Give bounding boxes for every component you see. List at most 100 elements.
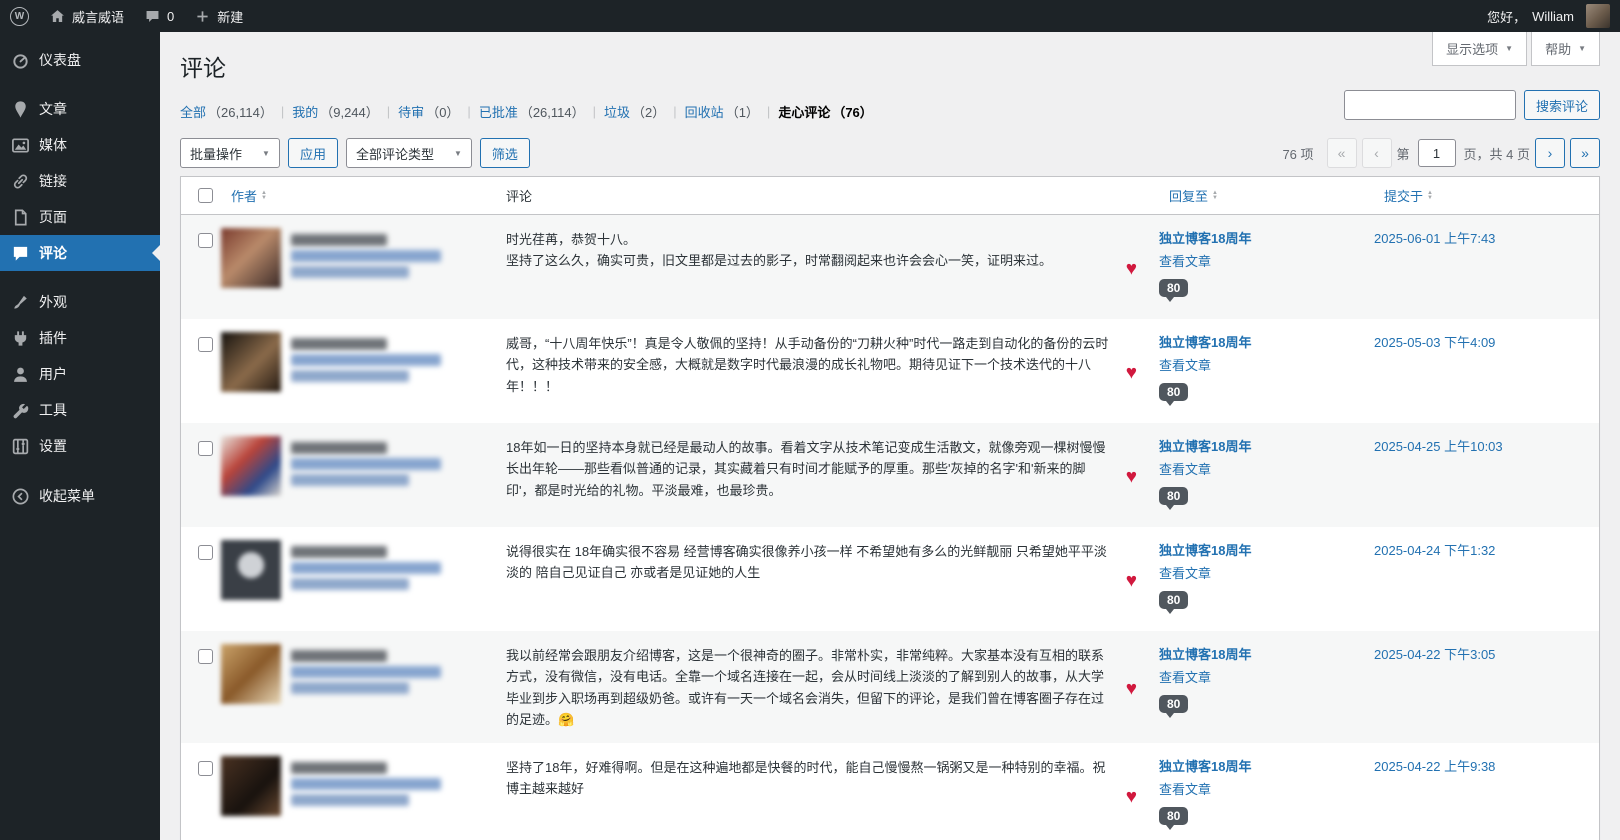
post-title-link[interactable]: 独立博客18周年 (1159, 436, 1251, 455)
submitted-date-link[interactable]: 2025-04-24 下午1:32 (1374, 543, 1495, 558)
comments-badge-link[interactable]: 0 (134, 0, 184, 32)
table-row: 说得很实在 18年确实很不容易 经营博客确实很像养小孩一样 不希望她有多么的光鲜… (181, 527, 1599, 631)
post-title-link[interactable]: 独立博客18周年 (1159, 540, 1251, 559)
comment-count-bubble[interactable]: 80 (1159, 591, 1189, 614)
date-column-sort-link[interactable]: 提交于 ▲ ▼ (1384, 186, 1433, 205)
comment-count-bubble[interactable]: 80 (1159, 806, 1189, 830)
sidebar-item-tools[interactable]: 工具 (0, 392, 160, 428)
post-title-link[interactable]: 独立博客18周年 (1159, 756, 1251, 775)
author-cell (221, 631, 496, 743)
like-heart-icon[interactable]: ♥ (1126, 260, 1137, 279)
submitted-date-link[interactable]: 2025-06-01 上午7:43 (1374, 231, 1495, 246)
next-page-button[interactable]: › (1535, 138, 1565, 168)
like-heart-icon[interactable]: ♥ (1126, 572, 1137, 591)
my-account-link[interactable]: 您好， William (1477, 0, 1620, 32)
sidebar-item-users[interactable]: 用户 (0, 356, 160, 392)
filter-link[interactable]: 待审 （0） (398, 102, 459, 121)
post-title-link[interactable]: 独立博客18周年 (1159, 644, 1251, 663)
filter-link[interactable]: 走心评论 （76） (778, 102, 872, 121)
new-content-link[interactable]: 新建 (184, 0, 253, 32)
view-post-link[interactable]: 查看文章 (1159, 779, 1211, 798)
select-all-checkbox[interactable] (197, 188, 213, 203)
header-checkbox-cell (181, 179, 221, 212)
row-checkbox[interactable] (197, 649, 213, 664)
wordpress-logo-menu[interactable] (0, 0, 39, 32)
sidebar-item-posts[interactable]: 文章 (0, 91, 160, 127)
post-title-link[interactable]: 独立博客18周年 (1159, 332, 1251, 351)
sidebar-item-links[interactable]: 链接 (0, 163, 160, 199)
sidebar-item-label: 用户 (39, 366, 67, 382)
admin-bar-left: 威言威语 0 新建 (0, 0, 253, 32)
table-row: 时光荏苒，恭贺十八。 坚持了这么久，确实可贵，旧文里都是过去的影子，时常翻阅起来… (181, 215, 1599, 319)
sidebar-item-appearance[interactable]: 外观 (0, 284, 160, 320)
filter-link[interactable]: 全部 （26,114） (180, 102, 273, 121)
header-in-response-to: 回复至 ▲ ▼ (1159, 177, 1374, 214)
bulk-actions-select[interactable]: 批量操作 ▼ (180, 138, 280, 168)
site-name-link[interactable]: 威言威语 (39, 0, 134, 32)
sidebar-item-comments[interactable]: 评论 (0, 235, 160, 271)
sidebar-item-label: 链接 (39, 173, 67, 189)
author-cell (221, 319, 496, 423)
submitted-date-link[interactable]: 2025-04-22 下午3:05 (1374, 647, 1495, 662)
page-number-input[interactable] (1417, 139, 1456, 167)
comment-count-bubble[interactable]: 80 (1159, 487, 1189, 510)
row-checkbox[interactable] (197, 441, 213, 456)
row-checkbox[interactable] (197, 545, 213, 560)
filter-link[interactable]: 垃圾 （2） (604, 102, 665, 121)
sidebar-item-settings[interactable]: 设置 (0, 428, 160, 464)
comment-count-bubble[interactable]: 80 (1159, 695, 1189, 718)
post-title-link[interactable]: 独立博客18周年 (1159, 228, 1251, 247)
author-column-sort-link[interactable]: 作者 ▲ ▼ (231, 186, 267, 205)
view-post-link[interactable]: 查看文章 (1159, 563, 1211, 582)
page-title: 评论 (180, 55, 226, 81)
like-heart-icon[interactable]: ♥ (1126, 680, 1137, 699)
comment-type-select[interactable]: 全部评论类型 ▼ (345, 138, 472, 168)
collapse-icon (10, 486, 30, 506)
posts-icon (10, 99, 30, 119)
table-header: 作者 ▲ ▼ 评论 回复至 ▲ ▼ 提交于 ▲ ▼ (181, 177, 1599, 215)
filter-link[interactable]: 我的 （9,244） (292, 102, 379, 121)
comment-cell: 坚持了18年，好难得啊。但是在这种遍地都是快餐的时代，能自己慢慢熬一锅粥又是一种… (496, 743, 1159, 840)
response-column-sort-link[interactable]: 回复至 ▲ ▼ (1169, 186, 1218, 205)
last-page-button[interactable]: » (1570, 138, 1600, 168)
page-prefix-label: 第 (1396, 146, 1410, 162)
filter-count: （0） (426, 105, 460, 120)
submitted-date-link[interactable]: 2025-05-03 下午4:09 (1374, 335, 1495, 350)
author-url-redacted (291, 458, 441, 470)
filter-link[interactable]: 回收站 （1） (685, 102, 759, 121)
comment-count-bubble[interactable]: 80 (1159, 383, 1189, 406)
filter-button[interactable]: 筛选 (479, 138, 530, 168)
collapse-menu-button[interactable]: 收起菜单 (0, 478, 160, 514)
filter-link[interactable]: 已批准 （26,114） (479, 102, 585, 121)
submitted-date-link[interactable]: 2025-04-22 上午9:38 (1374, 759, 1495, 774)
comment-count-bubble[interactable]: 80 (1159, 279, 1189, 302)
sidebar-item-pages[interactable]: 页面 (0, 199, 160, 235)
avatar (221, 644, 281, 704)
submitted-date-link[interactable]: 2025-04-25 上午10:03 (1374, 439, 1503, 454)
sidebar-item-media[interactable]: 媒体 (0, 127, 160, 163)
comments-icon (10, 243, 30, 263)
row-checkbox[interactable] (197, 233, 213, 248)
like-heart-icon[interactable]: ♥ (1126, 787, 1137, 806)
sidebar-item-dashboard[interactable]: 仪表盘 (0, 42, 160, 78)
apply-button[interactable]: 应用 (287, 138, 338, 168)
view-post-link[interactable]: 查看文章 (1159, 251, 1211, 270)
author-ip-redacted (291, 578, 409, 590)
in-response-to-cell: 独立博客18周年 查看文章 80 (1159, 423, 1374, 527)
filter-count: （9,244） (320, 105, 379, 120)
like-heart-icon[interactable]: ♥ (1126, 364, 1137, 383)
row-checkbox[interactable] (197, 337, 213, 352)
author-ip-redacted (291, 370, 409, 382)
view-post-link[interactable]: 查看文章 (1159, 355, 1211, 374)
screen-options-tab[interactable]: 显示选项 ▼ (1432, 32, 1528, 66)
help-tab[interactable]: 帮助 ▼ (1531, 32, 1600, 66)
like-heart-icon[interactable]: ♥ (1126, 468, 1137, 487)
filter-separator: | (592, 104, 597, 119)
search-comments-button[interactable]: 搜索评论 (1523, 90, 1600, 120)
sidebar-item-plugins[interactable]: 插件 (0, 320, 160, 356)
row-checkbox-cell (181, 319, 221, 423)
row-checkbox[interactable] (197, 760, 213, 776)
search-input[interactable] (1343, 90, 1516, 120)
view-post-link[interactable]: 查看文章 (1159, 459, 1211, 478)
view-post-link[interactable]: 查看文章 (1159, 667, 1211, 686)
